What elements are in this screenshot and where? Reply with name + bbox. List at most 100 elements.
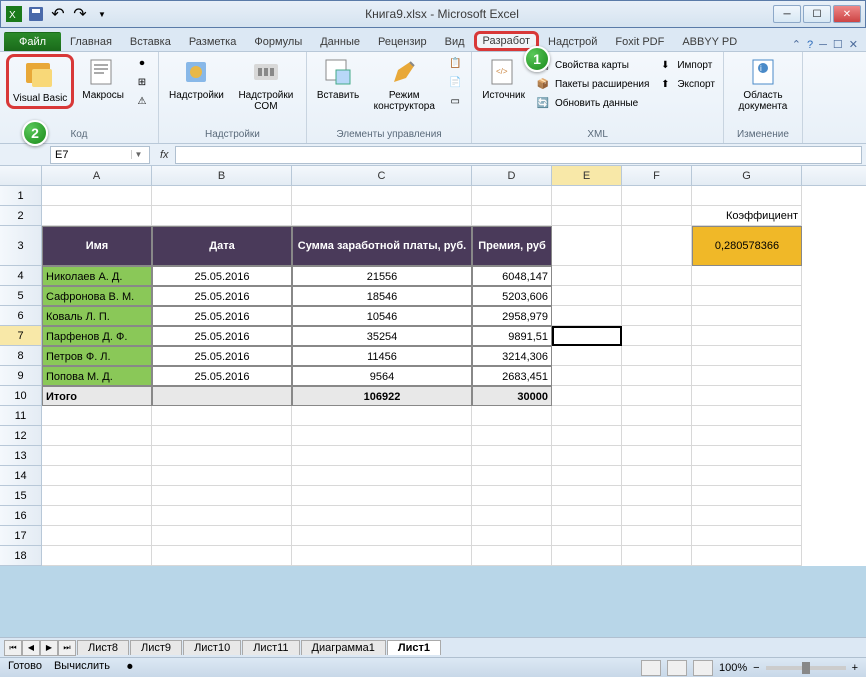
help-icon[interactable]: ? — [807, 39, 813, 51]
row-header-5[interactable]: 5 — [0, 286, 42, 306]
col-header-f[interactable]: F — [622, 166, 692, 185]
addins-button[interactable]: Надстройки — [165, 54, 228, 103]
sheet-tab-лист10[interactable]: Лист10 — [183, 640, 241, 655]
xml-export-button[interactable]: ⬆Экспорт — [655, 75, 717, 93]
document-panel-button[interactable]: i Область документа — [730, 54, 796, 114]
window-restore-icon[interactable]: ☐ — [833, 38, 843, 51]
table-cell-sum[interactable]: 21556 — [292, 266, 472, 286]
zoom-level[interactable]: 100% — [719, 662, 747, 674]
formula-input[interactable] — [175, 146, 862, 164]
table-cell-name[interactable]: Попова М. Д. — [42, 366, 152, 386]
sheet-nav-next[interactable]: ▶ — [40, 640, 58, 656]
run-dialog-button[interactable]: ▭ — [445, 92, 465, 110]
table-cell-name[interactable]: Сафронова В. М. — [42, 286, 152, 306]
com-addins-button[interactable]: Надстройки COM — [232, 54, 300, 114]
total-sum[interactable]: 106922 — [292, 386, 472, 406]
coef-value[interactable]: 0,280578366 — [692, 226, 802, 266]
row-header-3[interactable]: 3 — [0, 226, 42, 266]
row-header-15[interactable]: 15 — [0, 486, 42, 506]
row-header-8[interactable]: 8 — [0, 346, 42, 366]
minimize-ribbon-icon[interactable]: ⌃ — [792, 38, 801, 51]
tab-insert[interactable]: Вставка — [121, 32, 180, 51]
table-cell-sum[interactable]: 18546 — [292, 286, 472, 306]
cell-e6[interactable] — [552, 306, 622, 326]
total-label[interactable]: Итого — [42, 386, 152, 406]
maximize-button[interactable]: ☐ — [803, 5, 831, 23]
relative-refs-button[interactable]: ⊞ — [132, 73, 152, 91]
cell-e5[interactable] — [552, 286, 622, 306]
table-cell-name[interactable]: Парфенов Д. Ф. — [42, 326, 152, 346]
header-date[interactable]: Дата — [152, 226, 292, 266]
table-cell-sum[interactable]: 35254 — [292, 326, 472, 346]
row-header-7[interactable]: 7 — [0, 326, 42, 346]
tab-layout[interactable]: Разметка — [180, 32, 246, 51]
table-cell-bonus[interactable]: 5203,606 — [472, 286, 552, 306]
table-cell-sum[interactable]: 11456 — [292, 346, 472, 366]
insert-control-button[interactable]: Вставить — [313, 54, 363, 103]
sheet-tab-лист11[interactable]: Лист11 — [242, 640, 299, 655]
col-header-b[interactable]: B — [152, 166, 292, 185]
zoom-in-button[interactable]: + — [852, 662, 858, 674]
tab-abbyy[interactable]: ABBYY PD — [673, 32, 746, 51]
row-header-13[interactable]: 13 — [0, 446, 42, 466]
header-bonus[interactable]: Премия, руб — [472, 226, 552, 266]
minimize-button[interactable]: ─ — [773, 5, 801, 23]
row-header-1[interactable]: 1 — [0, 186, 42, 206]
cell-e4[interactable] — [552, 266, 622, 286]
col-header-c[interactable]: C — [292, 166, 472, 185]
tab-addins[interactable]: Надстрой — [539, 32, 606, 51]
sheet-tab-лист9[interactable]: Лист9 — [130, 640, 182, 655]
macros-button[interactable]: Макросы — [78, 54, 128, 103]
row-header-17[interactable]: 17 — [0, 526, 42, 546]
tab-review[interactable]: Рецензир — [369, 32, 436, 51]
cell-e9[interactable] — [552, 366, 622, 386]
tab-file[interactable]: Файл — [4, 32, 61, 51]
tab-view[interactable]: Вид — [436, 32, 474, 51]
table-cell-bonus[interactable]: 9891,51 — [472, 326, 552, 346]
total-bonus[interactable]: 30000 — [472, 386, 552, 406]
tab-data[interactable]: Данные — [311, 32, 369, 51]
col-header-d[interactable]: D — [472, 166, 552, 185]
close-button[interactable]: ✕ — [833, 5, 861, 23]
table-cell-date[interactable]: 25.05.2016 — [152, 306, 292, 326]
tab-home[interactable]: Главная — [61, 32, 121, 51]
table-cell-bonus[interactable]: 3214,306 — [472, 346, 552, 366]
redo-icon[interactable]: ↷ — [71, 5, 89, 23]
expansion-packs-button[interactable]: 📦Пакеты расширения — [533, 75, 651, 93]
window-close-icon[interactable]: ✕ — [849, 38, 858, 51]
select-all-corner[interactable] — [0, 166, 42, 185]
row-header-10[interactable]: 10 — [0, 386, 42, 406]
table-cell-name[interactable]: Петров Ф. Л. — [42, 346, 152, 366]
view-code-button[interactable]: 📄 — [445, 73, 465, 91]
table-cell-sum[interactable]: 9564 — [292, 366, 472, 386]
table-cell-bonus[interactable]: 6048,147 — [472, 266, 552, 286]
row-header-9[interactable]: 9 — [0, 366, 42, 386]
view-layout-button[interactable] — [667, 660, 687, 676]
tab-formulas[interactable]: Формулы — [245, 32, 311, 51]
sheet-nav-prev[interactable]: ◀ — [22, 640, 40, 656]
table-cell-date[interactable]: 25.05.2016 — [152, 366, 292, 386]
header-sum[interactable]: Сумма заработной платы, руб. — [292, 226, 472, 266]
row-header-11[interactable]: 11 — [0, 406, 42, 426]
table-cell-date[interactable]: 25.05.2016 — [152, 286, 292, 306]
row-header-6[interactable]: 6 — [0, 306, 42, 326]
save-icon[interactable] — [27, 5, 45, 23]
window-minimize-icon[interactable]: ─ — [819, 39, 827, 51]
table-cell-date[interactable]: 25.05.2016 — [152, 346, 292, 366]
col-header-e[interactable]: E — [552, 166, 622, 185]
row-header-4[interactable]: 4 — [0, 266, 42, 286]
coef-label[interactable]: Коэффициент — [692, 206, 802, 226]
qat-dropdown-icon[interactable]: ▼ — [93, 5, 111, 23]
refresh-data-button[interactable]: 🔄Обновить данные — [533, 94, 651, 112]
table-cell-sum[interactable]: 10546 — [292, 306, 472, 326]
zoom-slider[interactable] — [766, 666, 846, 670]
cell-e8[interactable] — [552, 346, 622, 366]
table-cell-bonus[interactable]: 2683,451 — [472, 366, 552, 386]
macro-security-button[interactable]: ⚠ — [132, 92, 152, 110]
row-header-14[interactable]: 14 — [0, 466, 42, 486]
map-properties-button[interactable]: 📇Свойства карты — [533, 56, 651, 74]
col-header-g[interactable]: G — [692, 166, 802, 185]
design-mode-button[interactable]: Режим конструктора — [367, 54, 441, 114]
record-macro-button[interactable]: ⏺ — [132, 54, 152, 72]
row-header-16[interactable]: 16 — [0, 506, 42, 526]
